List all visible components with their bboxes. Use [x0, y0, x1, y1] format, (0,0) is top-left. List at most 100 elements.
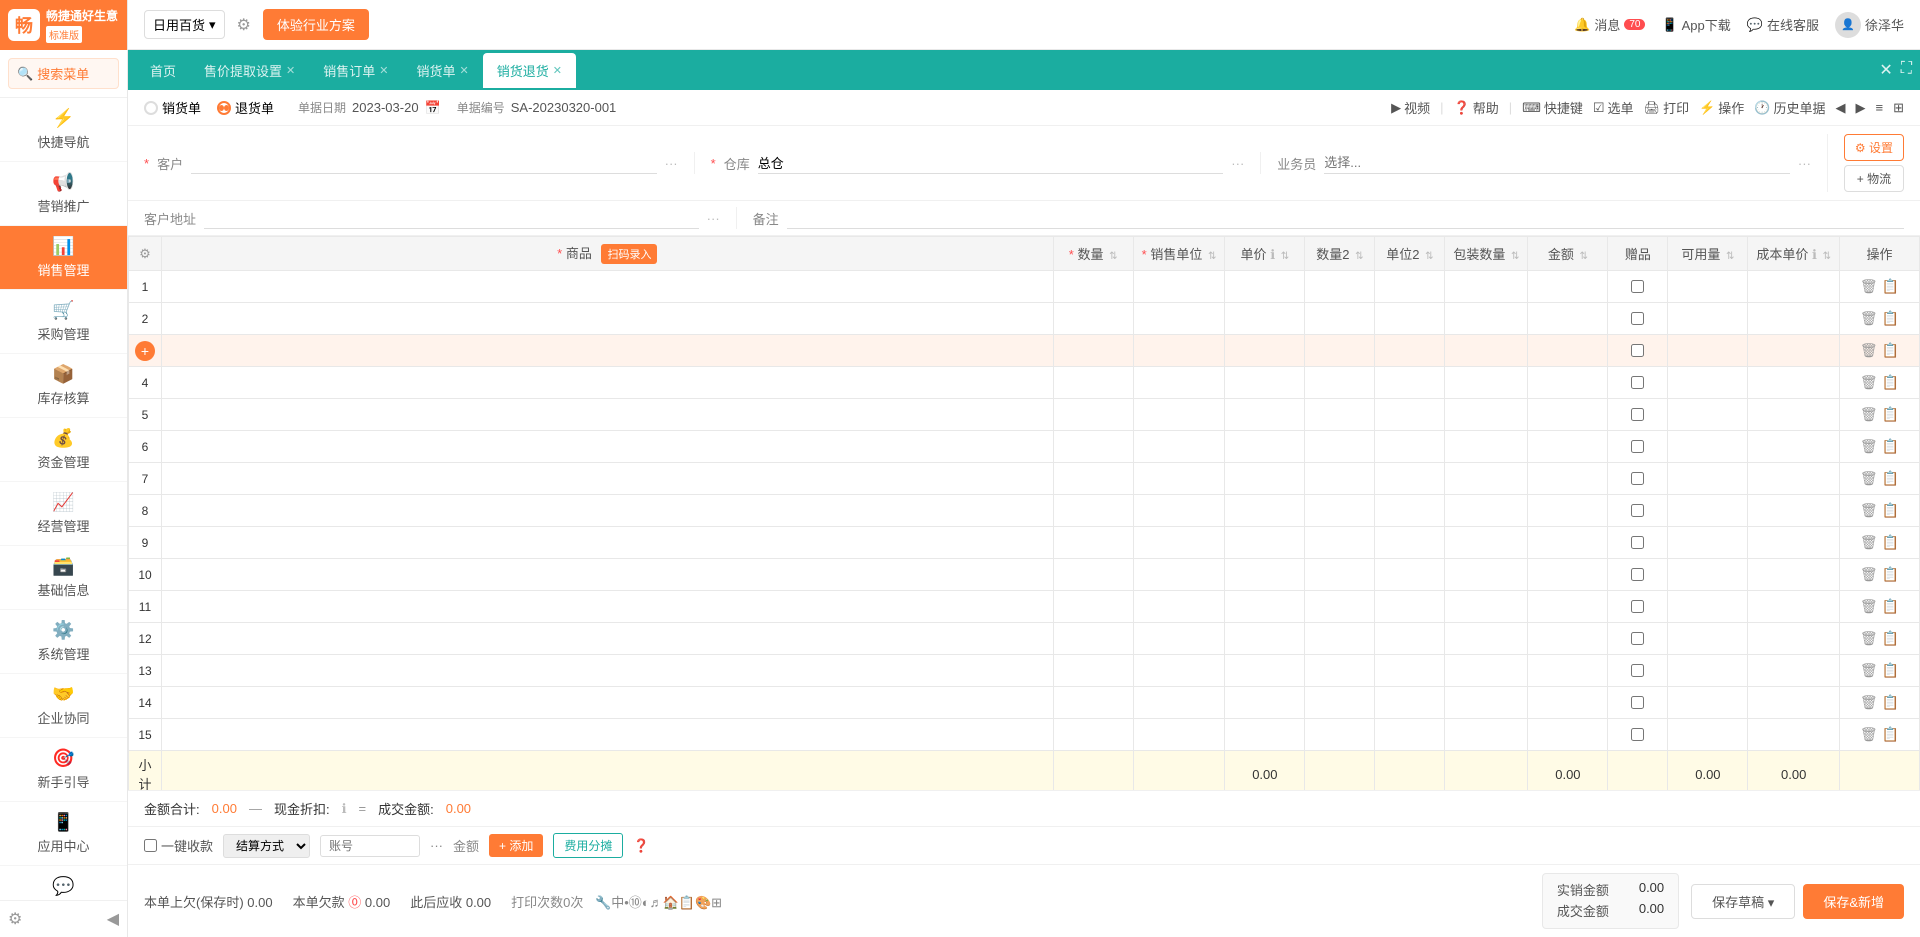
cell-available-1[interactable] — [1668, 271, 1748, 303]
cell-goods-14[interactable] — [162, 687, 1054, 719]
tab-close-sales-return[interactable]: ✕ — [553, 64, 562, 77]
tab-sales-slip[interactable]: 销货单 ✕ — [402, 53, 482, 88]
cell-unit-6[interactable] — [1133, 431, 1225, 463]
copy-row-icon-8[interactable]: 📋 — [1882, 502, 1899, 519]
delete-row-icon-8[interactable]: 🗑 — [1860, 502, 1878, 519]
cell-goods-4[interactable] — [162, 367, 1054, 399]
delete-row-icon-12[interactable]: 🗑 — [1860, 630, 1878, 647]
gift-checkbox-12[interactable] — [1631, 632, 1644, 645]
cell-gift-15[interactable] — [1608, 719, 1668, 751]
fee-split-button[interactable]: 费用分摊 — [553, 833, 623, 858]
one-click-payment-label[interactable]: 一键收款 — [144, 836, 213, 855]
cell-qty-10[interactable] — [1053, 559, 1133, 591]
cell-qty-15[interactable] — [1053, 719, 1133, 751]
tab-close-price-extract[interactable]: ✕ — [286, 64, 295, 77]
sidebar-item-purchase[interactable]: 🛒 采购管理 — [0, 290, 127, 354]
gift-checkbox-1[interactable] — [1631, 280, 1644, 293]
cell-gift-8[interactable] — [1608, 495, 1668, 527]
cell-pack_qty-15[interactable] — [1445, 719, 1528, 751]
delete-row-icon-4[interactable]: 🗑 — [1860, 374, 1878, 391]
cell-amount-13[interactable] — [1528, 655, 1608, 687]
cell-pack_qty-10[interactable] — [1445, 559, 1528, 591]
cell-cost-13[interactable] — [1748, 655, 1840, 687]
toolbar-next[interactable]: ▶ — [1856, 100, 1866, 116]
amount-sort-icon[interactable]: ⇅ — [1580, 251, 1588, 262]
cell-unit2-14[interactable] — [1375, 687, 1445, 719]
cell-unit-7[interactable] — [1133, 463, 1225, 495]
company-select[interactable]: 日用百货 ▾ — [144, 10, 225, 39]
cell-qty2-12[interactable] — [1305, 623, 1375, 655]
tab-sales-return[interactable]: 销货退货 ✕ — [483, 53, 576, 88]
tab-home[interactable]: 首页 — [136, 53, 190, 88]
cell-goods-3[interactable] — [162, 335, 1054, 367]
cell-qty-2[interactable] — [1053, 303, 1133, 335]
cell-cost-9[interactable] — [1748, 527, 1840, 559]
sidebar-item-finance[interactable]: 💰 资金管理 — [0, 418, 127, 482]
cell-available-2[interactable] — [1668, 303, 1748, 335]
cell-goods-8[interactable] — [162, 495, 1054, 527]
cell-amount-3[interactable] — [1528, 335, 1608, 367]
cell-gift-7[interactable] — [1608, 463, 1668, 495]
cell-qty2-11[interactable] — [1305, 591, 1375, 623]
delete-row-icon-2[interactable]: 🗑 — [1860, 310, 1878, 327]
cell-pack_qty-14[interactable] — [1445, 687, 1528, 719]
cell-price-2[interactable] — [1225, 303, 1305, 335]
cell-gift-10[interactable] — [1608, 559, 1668, 591]
cell-unit-15[interactable] — [1133, 719, 1225, 751]
settings-button[interactable]: ⚙ 设置 — [1844, 134, 1904, 161]
discount-help-icon[interactable]: ℹ — [342, 801, 347, 817]
cell-pack_qty-7[interactable] — [1445, 463, 1528, 495]
gift-checkbox-7[interactable] — [1631, 472, 1644, 485]
cell-goods-7[interactable] — [162, 463, 1054, 495]
copy-row-icon-5[interactable]: 📋 — [1882, 406, 1899, 423]
delete-row-icon-5[interactable]: 🗑 — [1860, 406, 1878, 423]
cell-qty2-2[interactable] — [1305, 303, 1375, 335]
cell-cost-8[interactable] — [1748, 495, 1840, 527]
cell-available-15[interactable] — [1668, 719, 1748, 751]
cell-qty-7[interactable] — [1053, 463, 1133, 495]
cell-cost-6[interactable] — [1748, 431, 1840, 463]
cell-price-5[interactable] — [1225, 399, 1305, 431]
cell-pack_qty-11[interactable] — [1445, 591, 1528, 623]
add-row-button[interactable]: + — [135, 341, 155, 361]
cell-unit-12[interactable] — [1133, 623, 1225, 655]
address-input[interactable] — [204, 207, 699, 229]
cell-gift-11[interactable] — [1608, 591, 1668, 623]
cell-qty2-1[interactable] — [1305, 271, 1375, 303]
gift-checkbox-2[interactable] — [1631, 312, 1644, 325]
cell-unit2-5[interactable] — [1375, 399, 1445, 431]
cell-unit-4[interactable] — [1133, 367, 1225, 399]
cell-qty-5[interactable] — [1053, 399, 1133, 431]
cell-unit2-4[interactable] — [1375, 367, 1445, 399]
cell-goods-10[interactable] — [162, 559, 1054, 591]
cell-gift-4[interactable] — [1608, 367, 1668, 399]
qty-sort-icon[interactable]: ⇅ — [1109, 251, 1117, 262]
cell-price-11[interactable] — [1225, 591, 1305, 623]
cell-available-5[interactable] — [1668, 399, 1748, 431]
cell-available-10[interactable] — [1668, 559, 1748, 591]
cell-available-9[interactable] — [1668, 527, 1748, 559]
toolbar-select[interactable]: ☑ 选单 — [1593, 98, 1634, 117]
sidebar-item-inventory[interactable]: 📦 库存核算 — [0, 354, 127, 418]
copy-row-icon-12[interactable]: 📋 — [1882, 630, 1899, 647]
cell-unit-1[interactable] — [1133, 271, 1225, 303]
tab-price-extract[interactable]: 售价提取设置 ✕ — [190, 53, 309, 88]
cell-gift-1[interactable] — [1608, 271, 1668, 303]
cell-qty2-15[interactable] — [1305, 719, 1375, 751]
search-menu-button[interactable]: 🔍 搜索菜单 — [8, 58, 119, 89]
cell-goods-9[interactable] — [162, 527, 1054, 559]
copy-row-icon-3[interactable]: 📋 — [1882, 342, 1899, 359]
copy-row-icon-11[interactable]: 📋 — [1882, 598, 1899, 615]
cell-qty-11[interactable] — [1053, 591, 1133, 623]
cell-unit2-7[interactable] — [1375, 463, 1445, 495]
cell-unit2-13[interactable] — [1375, 655, 1445, 687]
gift-checkbox-14[interactable] — [1631, 696, 1644, 709]
gift-checkbox-9[interactable] — [1631, 536, 1644, 549]
gift-checkbox-8[interactable] — [1631, 504, 1644, 517]
unit-sort-icon[interactable]: ⇅ — [1208, 251, 1216, 262]
cell-unit2-11[interactable] — [1375, 591, 1445, 623]
cell-unit-13[interactable] — [1133, 655, 1225, 687]
warehouse-expand-icon[interactable]: ··· — [1231, 156, 1244, 171]
customer-expand-icon[interactable]: ··· — [665, 156, 678, 171]
copy-row-icon-14[interactable]: 📋 — [1882, 694, 1899, 711]
